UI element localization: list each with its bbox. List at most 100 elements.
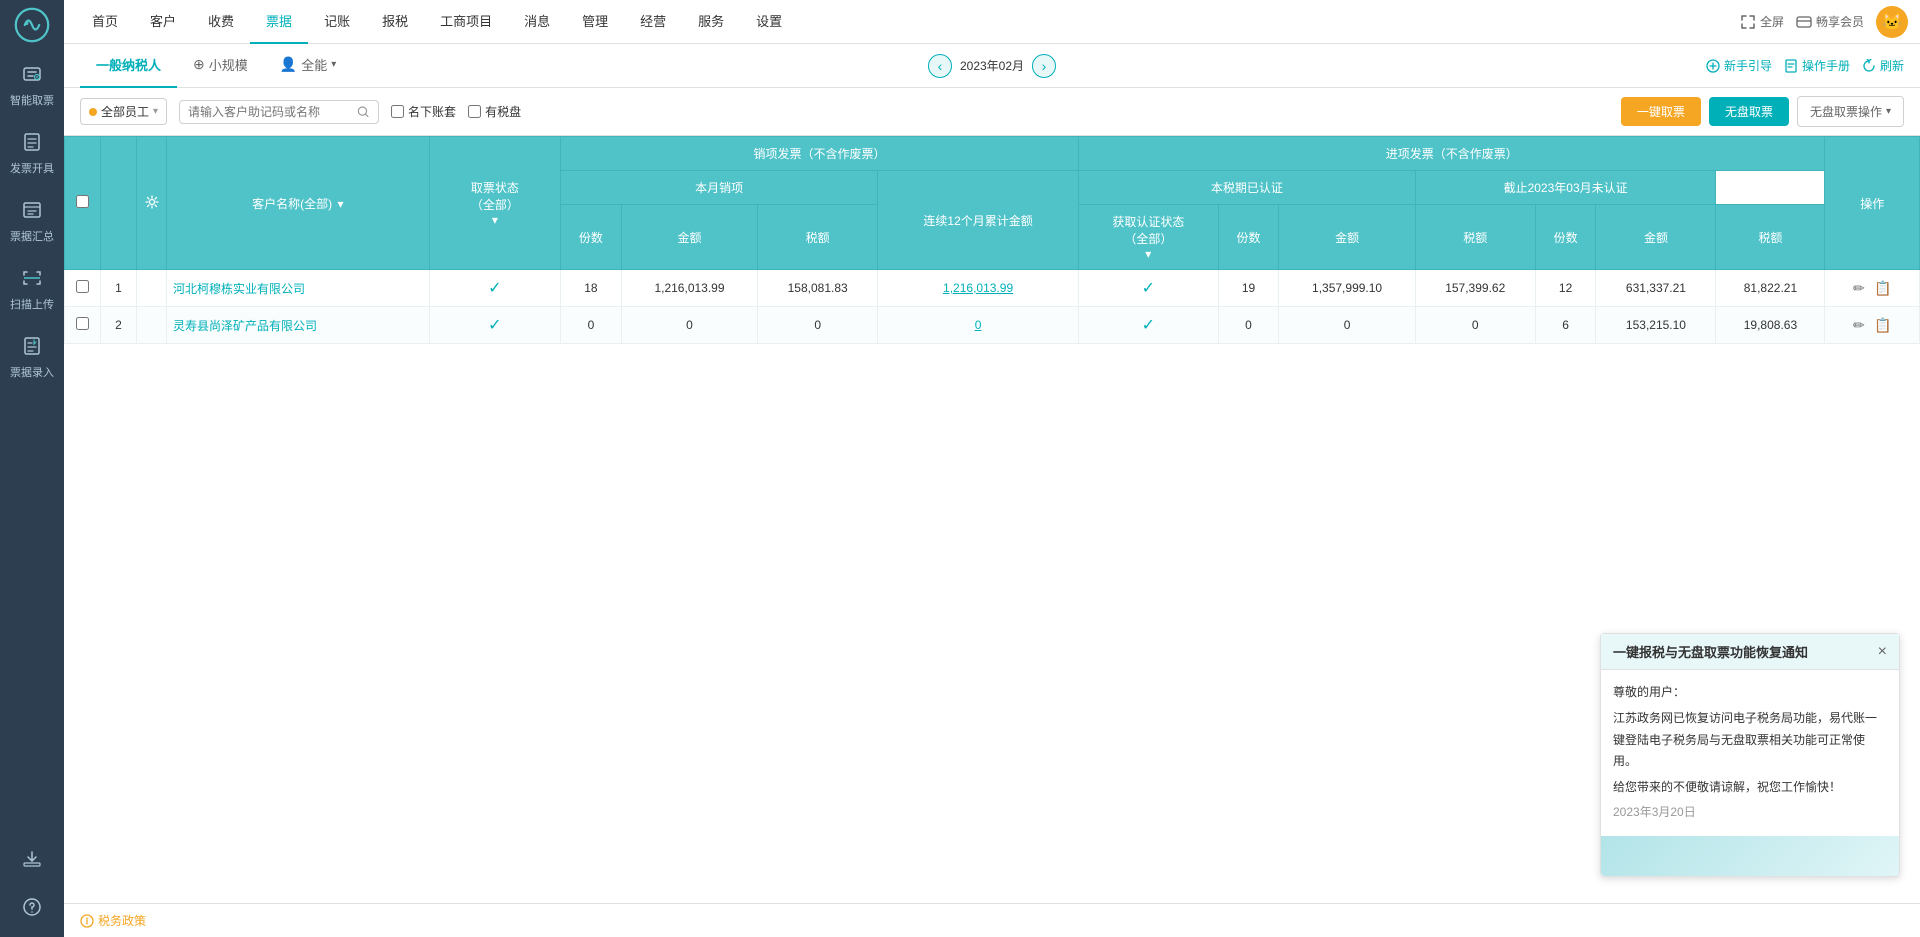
tab-general-taxpayer-label: 一般纳税人: [96, 55, 161, 74]
notification-greeting: 尊敬的用户：: [1613, 682, 1887, 704]
sidebar-item-invoice-entry-label: 票据录入: [10, 364, 54, 380]
nav-message[interactable]: 消息: [508, 0, 566, 44]
row1-sales-tax: 158,081.83: [758, 270, 878, 307]
row2-check-input[interactable]: [76, 317, 89, 330]
row1-sales-12m[interactable]: 1,216,013.99: [878, 270, 1079, 307]
row2-edit-icon[interactable]: ✏: [1853, 317, 1865, 333]
row2-sales-12m[interactable]: 0: [878, 307, 1079, 344]
employee-filter-label: 全部员工: [101, 103, 149, 120]
row1-detail-icon[interactable]: 📋: [1874, 280, 1891, 296]
nav-home[interactable]: 首页: [76, 0, 134, 44]
row1-edit-icon[interactable]: ✏: [1853, 280, 1865, 296]
tab-bar-right-actions: 新手引导 操作手册 刷新: [1706, 57, 1904, 74]
under-account-input[interactable]: [391, 105, 404, 118]
sidebar-item-smart-fetch[interactable]: 智能取票: [0, 50, 64, 118]
fullscreen-btn[interactable]: 全屏: [1740, 13, 1784, 30]
refresh-btn[interactable]: 刷新: [1862, 57, 1904, 74]
nav-client[interactable]: 客户: [134, 0, 192, 44]
header-purchase-tax: 税额: [1415, 205, 1535, 270]
new-guide-btn[interactable]: 新手引导: [1706, 57, 1772, 74]
search-box[interactable]: [179, 100, 379, 124]
row1-settings: [137, 270, 167, 307]
row1-purchase-status: ✓: [1079, 270, 1219, 307]
logo[interactable]: [0, 0, 64, 50]
nav-settings[interactable]: 设置: [740, 0, 798, 44]
sidebar-item-invoice-open[interactable]: 发票开具: [0, 118, 64, 186]
tax-disk-input[interactable]: [468, 105, 481, 118]
nav-business[interactable]: 工商项目: [424, 0, 508, 44]
fullscreen-label: 全屏: [1760, 13, 1784, 30]
tax-disk-label: 有税盘: [485, 103, 521, 120]
row2-sales-amount: 0: [621, 307, 757, 344]
user-avatar[interactable]: 🐱: [1876, 6, 1908, 38]
nav-tax[interactable]: 报税: [366, 0, 424, 44]
sidebar-item-invoice-entry[interactable]: 票据录入: [0, 322, 64, 390]
row2-purchase-count: 0: [1218, 307, 1279, 344]
nav-operation[interactable]: 经营: [624, 0, 682, 44]
row2-checkbox[interactable]: [65, 307, 101, 344]
header-sales-count: 份数: [561, 205, 622, 270]
notification-body: 尊敬的用户： 江苏政务网已恢复访问电子税务局功能，易代账一键登陆电子税务局与无盘…: [1601, 670, 1899, 836]
row2-fetch-status: ✓: [429, 307, 560, 344]
row2-unverified-tax: 19,808.63: [1716, 307, 1825, 344]
refresh-label: 刷新: [1880, 57, 1904, 74]
row2-unverified-count: 6: [1535, 307, 1596, 344]
header-sales-amount: 金额: [621, 205, 757, 270]
tab-all-icon: 👤: [280, 56, 297, 73]
select-all-checkbox[interactable]: [76, 195, 89, 208]
row1-client-name[interactable]: 河北柯穆栋实业有限公司: [167, 270, 430, 307]
no-disk-fetch-btn[interactable]: 无盘取票: [1709, 97, 1789, 126]
search-icon: [357, 105, 370, 119]
under-account-checkbox[interactable]: 名下账套: [391, 103, 456, 120]
tab-general-taxpayer[interactable]: 一般纳税人: [80, 44, 177, 88]
tab-all[interactable]: 👤 全能 ▾: [264, 44, 352, 88]
header-fetch-status-filter[interactable]: ▾: [492, 213, 498, 227]
tax-policy-link[interactable]: 税务政策: [80, 912, 146, 929]
row1-check-input[interactable]: [76, 280, 89, 293]
header-settings-col: [137, 137, 167, 270]
row1-unverified-count: 12: [1535, 270, 1596, 307]
sidebar-item-invoice-summary[interactable]: 票据汇总: [0, 186, 64, 254]
nav-bookkeeping[interactable]: 记账: [308, 0, 366, 44]
header-unverified-count: 份数: [1535, 205, 1596, 270]
no-disk-ops-btn[interactable]: 无盘取票操作 ▾: [1797, 96, 1904, 127]
search-input[interactable]: [188, 105, 353, 119]
sidebar-item-invoice-open-label: 发票开具: [10, 160, 54, 176]
header-sales-group: 销项发票（不含作废票）: [561, 137, 1079, 171]
header-unverified-tax: 税额: [1716, 205, 1825, 270]
prev-month-btn[interactable]: ‹: [928, 54, 952, 78]
under-account-label: 名下账套: [408, 103, 456, 120]
nav-management[interactable]: 管理: [566, 0, 624, 44]
notification-wave-decoration: [1601, 836, 1899, 876]
row1-unverified-tax: 81,822.21: [1716, 270, 1825, 307]
nav-service[interactable]: 服务: [682, 0, 740, 44]
manual-btn[interactable]: 操作手册: [1784, 57, 1850, 74]
nav-invoice[interactable]: 票据: [250, 0, 308, 44]
top-nav-right: 全屏 畅享会员 🐱: [1740, 6, 1908, 38]
nav-billing[interactable]: 收费: [192, 0, 250, 44]
next-month-btn[interactable]: ›: [1032, 54, 1056, 78]
row1-checkbox[interactable]: [65, 270, 101, 307]
row2-unverified-amount: 153,215.10: [1596, 307, 1716, 344]
header-unverified-amount: 金额: [1596, 205, 1716, 270]
member-btn[interactable]: 畅享会员: [1796, 13, 1864, 30]
row2-detail-icon[interactable]: 📋: [1874, 317, 1891, 333]
header-client-filter-icon[interactable]: ▾: [338, 197, 344, 211]
one-click-fetch-btn[interactable]: 一键取票: [1621, 97, 1701, 126]
row2-client-name[interactable]: 灵寿县尚泽矿产品有限公司: [167, 307, 430, 344]
tab-small-scale[interactable]: ⊕ 小规模: [177, 44, 264, 88]
notification-text: 江苏政务网已恢复访问电子税务局功能，易代账一键登陆电子税务局与无盘取票相关功能可…: [1613, 708, 1887, 773]
sidebar-help-icon[interactable]: [12, 887, 52, 927]
row2-purchase-status: ✓: [1079, 307, 1219, 344]
no-disk-ops-label: 无盘取票操作: [1810, 103, 1882, 120]
sidebar-download-icon[interactable]: [12, 839, 52, 879]
header-purchase-status-filter[interactable]: ▾: [1145, 247, 1151, 261]
notification-close-btn[interactable]: ×: [1878, 643, 1887, 661]
employee-filter[interactable]: 全部员工 ▾: [80, 98, 167, 125]
bottom-bar: 税务政策: [64, 903, 1920, 937]
sidebar-item-scan-upload[interactable]: 扫描上传: [0, 254, 64, 322]
filter-right-actions: 一键取票 无盘取票 无盘取票操作 ▾: [1621, 96, 1904, 127]
tax-policy-icon: [80, 914, 94, 928]
settings-col-icon[interactable]: [144, 194, 160, 210]
tax-disk-checkbox[interactable]: 有税盘: [468, 103, 521, 120]
